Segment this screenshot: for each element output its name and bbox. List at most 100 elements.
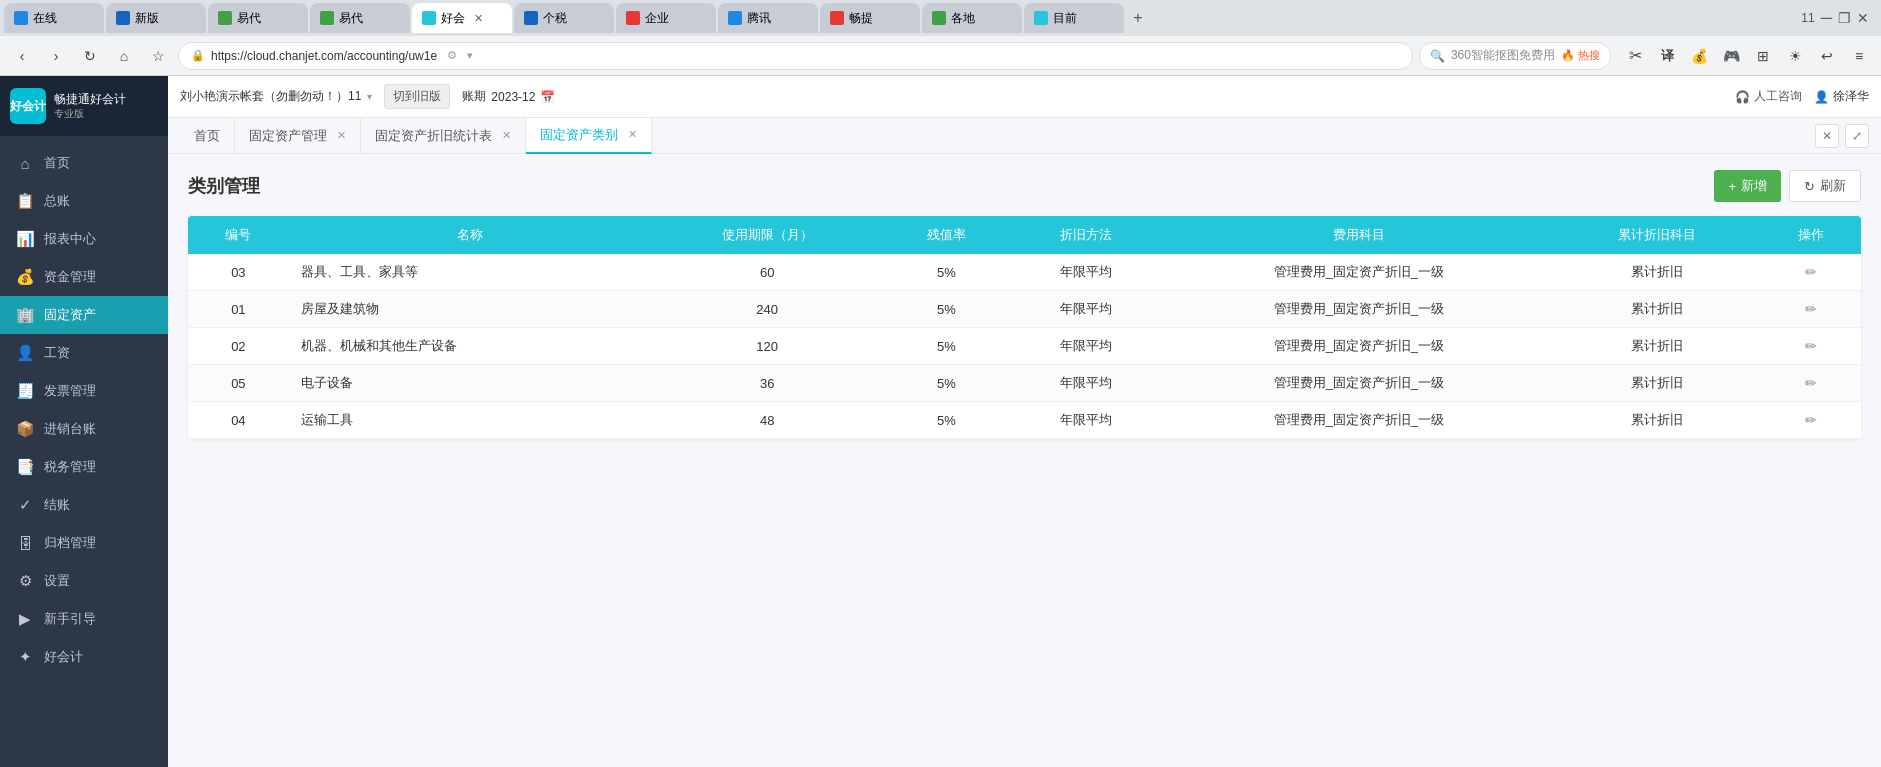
tab-label-10: 各地: [951, 10, 975, 27]
edit-button-4[interactable]: ✏: [1805, 412, 1817, 428]
sidebar-item-closing[interactable]: ✓ 结账: [0, 486, 168, 524]
url-expand-icon[interactable]: ▾: [467, 49, 473, 62]
th-expense: 费用科目: [1163, 216, 1555, 254]
category-table: 编号 名称 使用期限（月） 残值率 折旧方法 费用科目 累计折旧科目 操作 03…: [188, 216, 1861, 439]
wallet-icon[interactable]: 💰: [1685, 42, 1713, 70]
user-name-label: 徐泽华: [1833, 88, 1869, 105]
cell-code-0: 03: [188, 254, 289, 291]
switch-version-button[interactable]: 切到旧版: [384, 84, 450, 109]
browser-tab-9[interactable]: 畅提: [820, 3, 920, 33]
sidebar-item-settings[interactable]: ⚙ 设置: [0, 562, 168, 600]
cell-expense-2: 管理费用_固定资产折旧_一级: [1163, 328, 1555, 365]
tab-favicon-11: [1034, 11, 1048, 25]
refresh-button[interactable]: ↻ 刷新: [1789, 170, 1861, 202]
edit-button-2[interactable]: ✏: [1805, 338, 1817, 354]
user-avatar[interactable]: 👤 徐泽华: [1814, 88, 1869, 105]
sidebar-label-chanjet: 好会计: [44, 648, 83, 666]
tab-fixed-category-close[interactable]: ✕: [628, 128, 637, 141]
window-restore-icon[interactable]: ❐: [1838, 10, 1851, 26]
browser-tab-5[interactable]: 好会 ✕: [412, 3, 512, 33]
browser-tab-11[interactable]: 目前: [1024, 3, 1124, 33]
closing-icon: ✓: [16, 496, 34, 514]
sidebar-item-ledger[interactable]: 📋 总账: [0, 182, 168, 220]
tab-fixed-mgmt[interactable]: 固定资产管理 ✕: [235, 118, 361, 154]
tab-fixed-deprec-label: 固定资产折旧统计表: [375, 127, 492, 145]
edit-button-0[interactable]: ✏: [1805, 264, 1817, 280]
bookmark-button[interactable]: ☆: [144, 42, 172, 70]
tab-home[interactable]: 首页: [180, 118, 235, 154]
app-layout: 好会计 畅捷通好会计 专业版 ⌂ 首页 📋 总账 📊 报表中心 💰 资金管理: [0, 76, 1881, 767]
table-row: 02 机器、机械和其他生产设备 120 5% 年限平均 管理费用_固定资产折旧_…: [188, 328, 1861, 365]
edit-button-1[interactable]: ✏: [1805, 301, 1817, 317]
cell-residual-3: 5%: [883, 365, 1010, 402]
sidebar-item-archive[interactable]: 🗄 归档管理: [0, 524, 168, 562]
forward-button[interactable]: ›: [42, 42, 70, 70]
sidebar-item-tax[interactable]: 📑 税务管理: [0, 448, 168, 486]
sidebar-label-archive: 归档管理: [44, 534, 96, 552]
window-close-icon[interactable]: ✕: [1857, 10, 1869, 26]
tab-close-all-button[interactable]: ✕: [1815, 124, 1839, 148]
sidebar-item-fixed[interactable]: 🏢 固定资产: [0, 296, 168, 334]
site-settings-icon[interactable]: ⚙: [447, 49, 457, 62]
brightness-icon[interactable]: ☀: [1781, 42, 1809, 70]
window-min-icon[interactable]: ─: [1821, 9, 1832, 27]
url-bar[interactable]: 🔒 https://cloud.chanjet.com/accounting/u…: [178, 42, 1413, 70]
cell-period-2: 120: [651, 328, 883, 365]
sidebar-item-reports[interactable]: 📊 报表中心: [0, 220, 168, 258]
browser-tab-10[interactable]: 各地: [922, 3, 1022, 33]
refresh-icon: ↻: [1804, 179, 1815, 194]
menu-icon[interactable]: ≡: [1845, 42, 1873, 70]
consultant-button[interactable]: 🎧 人工咨询: [1735, 88, 1802, 105]
reload-button[interactable]: ↻: [76, 42, 104, 70]
add-label: 新增: [1741, 177, 1767, 195]
consultant-label: 人工咨询: [1754, 88, 1802, 105]
sidebar-item-payroll[interactable]: 👤 工资: [0, 334, 168, 372]
sidebar-item-guide[interactable]: ▶ 新手引导: [0, 600, 168, 638]
history-icon[interactable]: ↩: [1813, 42, 1841, 70]
period-label: 账期: [462, 88, 486, 105]
tab-fixed-mgmt-close[interactable]: ✕: [337, 129, 346, 142]
sidebar-item-home[interactable]: ⌂ 首页: [0, 144, 168, 182]
tab-label-7: 企业: [645, 10, 669, 27]
browser-tab-7[interactable]: 企业: [616, 3, 716, 33]
tab-close-5[interactable]: ✕: [474, 12, 483, 25]
browser-tab-2[interactable]: 新版: [106, 3, 206, 33]
cell-code-4: 04: [188, 402, 289, 439]
browser-tab-8[interactable]: 腾讯: [718, 3, 818, 33]
sidebar-item-invoice[interactable]: 🧾 发票管理: [0, 372, 168, 410]
cell-action-1: ✏: [1760, 291, 1861, 328]
translate-icon[interactable]: 译: [1653, 42, 1681, 70]
game-icon[interactable]: 🎮: [1717, 42, 1745, 70]
browser-tab-6[interactable]: 个税: [514, 3, 614, 33]
tab-label-8: 腾讯: [747, 10, 771, 27]
tab-label-11: 目前: [1053, 10, 1077, 27]
add-button[interactable]: + 新增: [1714, 170, 1781, 202]
company-dropdown-icon[interactable]: ▾: [367, 91, 372, 102]
cell-method-4: 年限平均: [1010, 402, 1163, 439]
browser-tab-4[interactable]: 易代: [310, 3, 410, 33]
cell-expense-3: 管理费用_固定资产折旧_一级: [1163, 365, 1555, 402]
tab-label-9: 畅提: [849, 10, 873, 27]
cut-icon[interactable]: ✂: [1621, 42, 1649, 70]
tab-expand-button[interactable]: ⤢: [1845, 124, 1869, 148]
search-box[interactable]: 🔍 360智能抠图免费用 🔥 热搜: [1419, 42, 1611, 70]
edit-button-3[interactable]: ✏: [1805, 375, 1817, 391]
new-tab-button[interactable]: +: [1126, 6, 1150, 30]
logo-text: 畅捷通好会计 专业版: [54, 91, 126, 122]
tab-fixed-deprec[interactable]: 固定资产折旧统计表 ✕: [361, 118, 526, 154]
browser-tab-bar: 在线 新版 易代 易代 好会 ✕ 个税 企业 腾讯: [0, 0, 1881, 36]
sidebar-item-funds[interactable]: 💰 资金管理: [0, 258, 168, 296]
home-button[interactable]: ⌂: [110, 42, 138, 70]
browser-tab-1[interactable]: 在线: [4, 3, 104, 33]
hot-label: 🔥 热搜: [1561, 48, 1600, 63]
calendar-icon[interactable]: 📅: [540, 90, 555, 104]
browser-tab-3[interactable]: 易代: [208, 3, 308, 33]
tab-fixed-category[interactable]: 固定资产类别 ✕: [526, 118, 652, 154]
tab-fixed-deprec-close[interactable]: ✕: [502, 129, 511, 142]
back-button[interactable]: ‹: [8, 42, 36, 70]
sidebar-item-chanjet[interactable]: ✦ 好会计: [0, 638, 168, 676]
tab-label-2: 新版: [135, 10, 159, 27]
fixed-icon: 🏢: [16, 306, 34, 324]
grid-icon[interactable]: ⊞: [1749, 42, 1777, 70]
sidebar-item-purchase[interactable]: 📦 进销台账: [0, 410, 168, 448]
